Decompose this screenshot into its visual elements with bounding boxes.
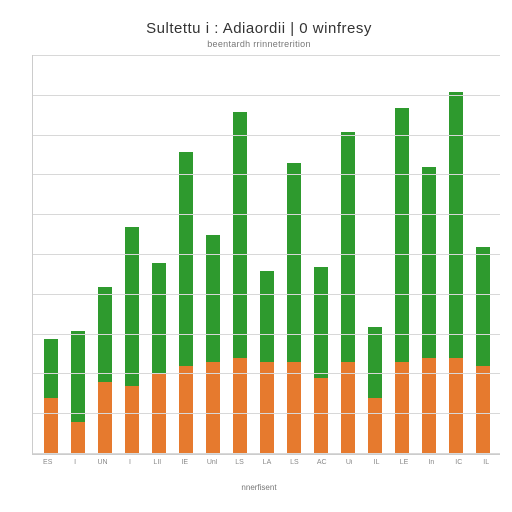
- gridline: [33, 334, 500, 335]
- bar-segment-green: [341, 132, 355, 363]
- bar: [395, 108, 409, 454]
- gridline: [33, 413, 500, 414]
- bar-segment-green: [125, 227, 139, 386]
- plot-area: [18, 55, 500, 455]
- chart-xlabel: nnerfisent: [18, 483, 500, 492]
- bar: [179, 152, 193, 454]
- x-tick-label: IE: [178, 459, 192, 466]
- x-tick-label: IC: [452, 459, 466, 466]
- x-tick-label: Ui: [342, 459, 356, 466]
- bar: [233, 112, 247, 454]
- x-tick-label: UN: [96, 459, 110, 466]
- bar-segment-green: [314, 267, 328, 378]
- bar: [476, 247, 490, 454]
- bar-segment-orange: [206, 362, 220, 454]
- x-tick-label: I: [68, 459, 82, 466]
- gridline: [33, 135, 500, 136]
- bar-segment-orange: [395, 362, 409, 454]
- x-tick-label: LE: [397, 459, 411, 466]
- x-tick-label: AC: [315, 459, 329, 466]
- x-tick-label: I: [123, 459, 137, 466]
- bar: [260, 271, 274, 454]
- bar: [449, 92, 463, 454]
- x-tick-label: Unl: [205, 459, 219, 466]
- bar-segment-green: [71, 331, 85, 423]
- bar-segment-orange: [98, 382, 112, 454]
- bar-segment-green: [368, 327, 382, 399]
- chart-titles: Sultettu i : Adiaordii | 0 winfresy been…: [18, 20, 500, 49]
- x-tick-label: LS: [287, 459, 301, 466]
- bar: [152, 263, 166, 454]
- bars-group: [33, 56, 500, 454]
- bar-segment-orange: [476, 366, 490, 454]
- bar-segment-orange: [287, 362, 301, 454]
- x-tick-label: IL: [370, 459, 384, 466]
- x-tick-label: ES: [41, 459, 55, 466]
- bar-segment-orange: [260, 362, 274, 454]
- bar-segment-green: [395, 108, 409, 363]
- bar-segment-green: [422, 167, 436, 358]
- x-tick-label: IL: [479, 459, 493, 466]
- gridline: [33, 174, 500, 175]
- bar-segment-orange: [314, 378, 328, 454]
- x-tick-label: In: [424, 459, 438, 466]
- bar-segment-orange: [125, 386, 139, 454]
- plot: [32, 55, 500, 455]
- x-tick-label: LII: [150, 459, 164, 466]
- x-axis-ticks: ES I UN I LII IE Unl LS LA LS AC Ui IL LE In IC IL: [18, 459, 500, 479]
- bar: [422, 167, 436, 454]
- gridline: [33, 55, 500, 56]
- gridline: [33, 373, 500, 374]
- chart-title: Sultettu i : Adiaordii | 0 winfresy: [18, 20, 500, 37]
- gridline: [33, 254, 500, 255]
- bar: [98, 287, 112, 454]
- gridline: [33, 214, 500, 215]
- bar-segment-orange: [71, 422, 85, 454]
- bar-segment-green: [260, 271, 274, 363]
- bar: [368, 327, 382, 454]
- bar: [341, 132, 355, 454]
- bar: [206, 235, 220, 454]
- bar-segment-orange: [44, 398, 58, 454]
- gridline: [33, 95, 500, 96]
- x-tick-label: LS: [233, 459, 247, 466]
- bar: [287, 163, 301, 454]
- bar-segment-orange: [152, 374, 166, 454]
- bar: [125, 227, 139, 454]
- y-axis-ticks: [18, 55, 32, 455]
- bar-segment-green: [233, 112, 247, 359]
- bar-segment-green: [44, 339, 58, 399]
- bar-segment-green: [476, 247, 490, 366]
- gridline: [33, 453, 500, 454]
- bar-segment-green: [287, 163, 301, 362]
- bar-segment-green: [449, 92, 463, 359]
- bar-segment-orange: [368, 398, 382, 454]
- x-tick-label: LA: [260, 459, 274, 466]
- chart-container: Sultettu i : Adiaordii | 0 winfresy been…: [0, 0, 512, 512]
- bar-segment-orange: [341, 362, 355, 454]
- bar-segment-orange: [179, 366, 193, 454]
- gridline: [33, 294, 500, 295]
- bar-segment-green: [98, 287, 112, 383]
- bar: [71, 331, 85, 454]
- bar: [44, 339, 58, 454]
- chart-subtitle: beentardh rrinnetrerition: [18, 39, 500, 49]
- bar: [314, 267, 328, 454]
- bar-segment-green: [152, 263, 166, 374]
